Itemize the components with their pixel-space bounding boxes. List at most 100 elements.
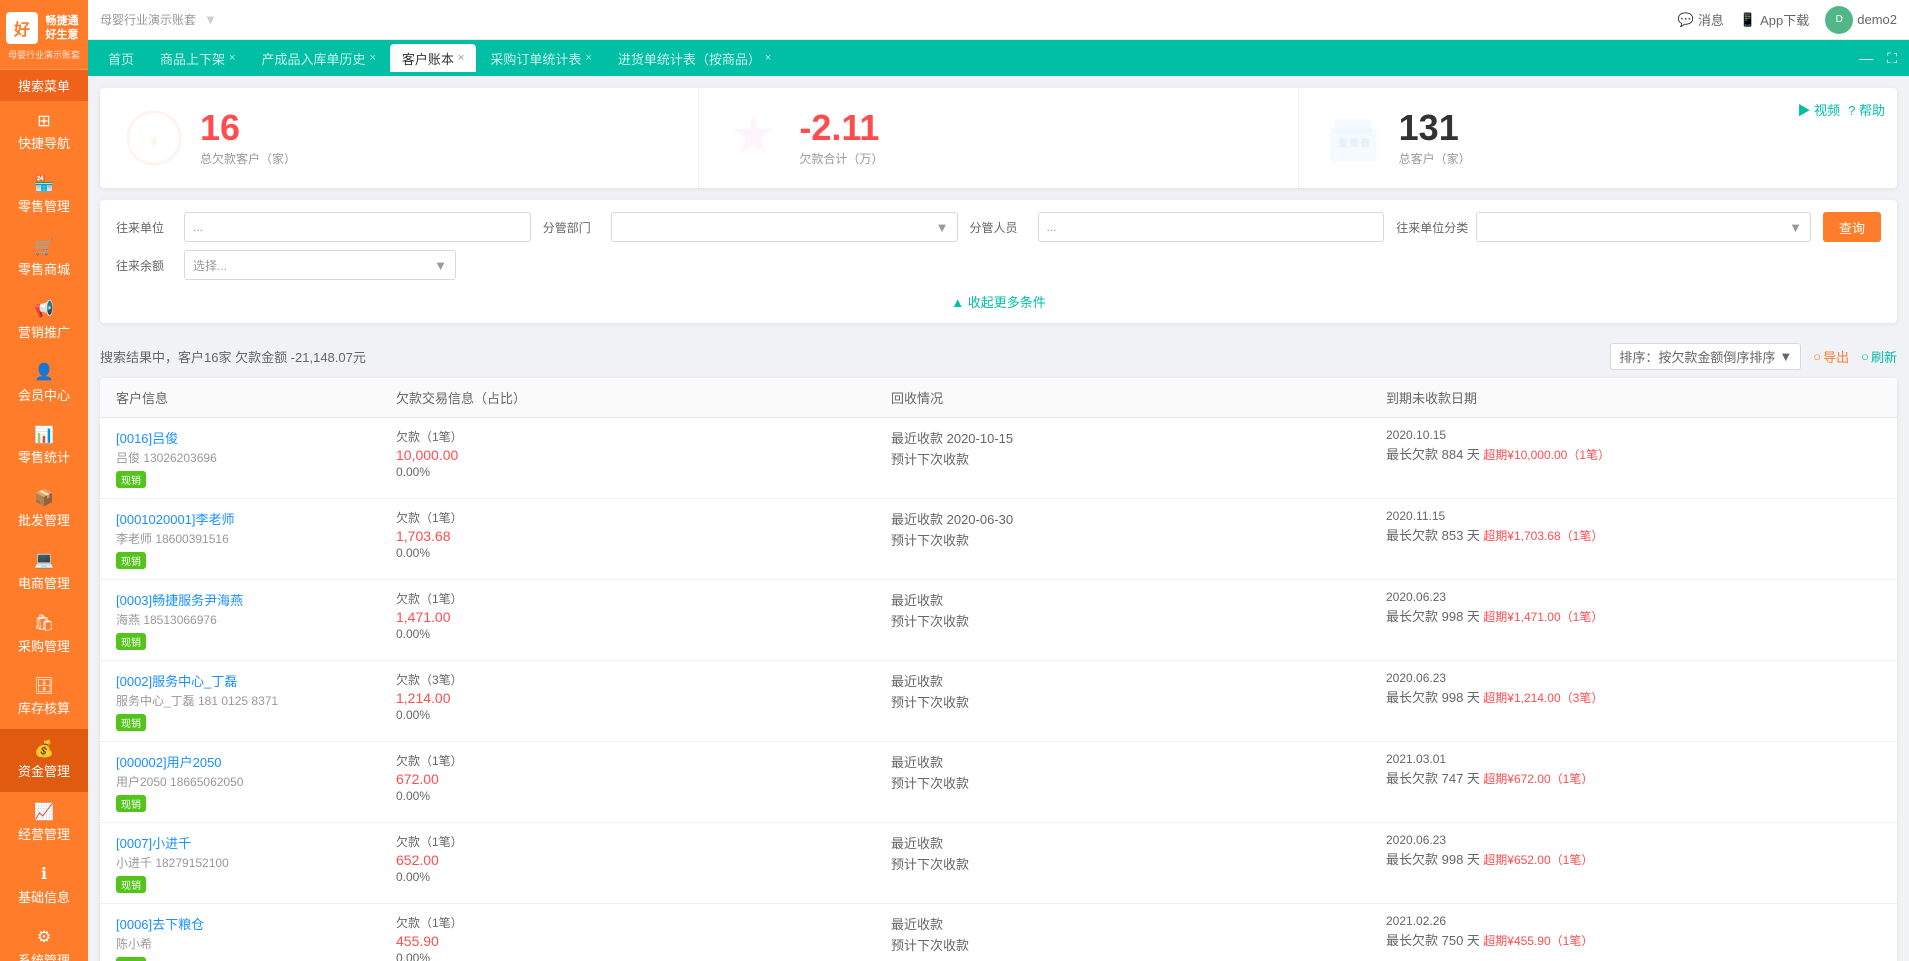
maximize-btn[interactable]: ⛶ — [1883, 48, 1901, 69]
message-btn[interactable]: 💬 消息 — [1678, 10, 1724, 29]
customer-name-5[interactable]: [0007]小进千 — [116, 833, 396, 852]
debt-amount-0[interactable]: 10,000.00 — [396, 447, 891, 463]
stat-card-customers: ¥ 16 总欠款客户（家） — [100, 88, 699, 188]
table-row: [0007]小进千 小进千 18279152100 现销 欠款（1笔） 652.… — [100, 823, 1897, 904]
close-tab-purchase[interactable]: × — [585, 52, 591, 64]
tab-customer-account[interactable]: 客户账本 × — [390, 44, 476, 72]
debt-count-2: 欠款（1笔） — [396, 590, 891, 607]
customer-name-2[interactable]: [0003]畅捷服务尹海燕 — [116, 590, 396, 609]
overdue-days-3: 最长欠款 998 天 超期¥1,214.00（3笔） — [1386, 687, 1881, 706]
customer-tag-3: 现销 — [116, 714, 146, 731]
sidebar-item-jingying[interactable]: 📈 经营管理 — [0, 792, 88, 855]
sidebar-item-lingtongji[interactable]: 📊 零售统计 — [0, 415, 88, 478]
customer-info-4: [000002]用户2050 用户2050 18665062050 现销 — [116, 752, 396, 812]
sidebar-nav: ⊞ 快捷导航 🏪 零售管理 🛒 零售商城 📢 营销推广 👤 会员中心 📊 — [0, 101, 88, 961]
sidebar-item-jichu[interactable]: ℹ 基础信息 — [0, 854, 88, 917]
content-area: ¥ 16 总欠款客户（家） -2 — [88, 76, 1909, 961]
filter-dept-input[interactable]: ▼ — [611, 212, 958, 242]
yingxiao-icon: 📢 — [4, 299, 84, 321]
export-button[interactable]: ○ 导出 — [1813, 347, 1849, 366]
overdue-amount-6[interactable]: 超期¥455.90（1笔） — [1483, 934, 1593, 948]
overdue-amount-1[interactable]: 超期¥1,703.68（1笔） — [1483, 529, 1603, 543]
overdue-amount-0[interactable]: 超期¥10,000.00（1笔） — [1483, 448, 1610, 462]
overdue-amount-2[interactable]: 超期¥1,471.00（1笔） — [1483, 610, 1603, 624]
filter-wanglai-input[interactable]: ... — [184, 212, 531, 242]
sidebar-item-pifa[interactable]: 📦 批发管理 — [0, 478, 88, 541]
close-tab-goods[interactable]: × — [765, 52, 771, 64]
debt-amount-2[interactable]: 1,471.00 — [396, 609, 891, 625]
filter-person-input[interactable]: ... — [1038, 212, 1385, 242]
last-collect-5: 最近收款 — [891, 833, 1386, 852]
overdue-amount-5[interactable]: 超期¥652.00（1笔） — [1483, 853, 1593, 867]
stat-card-total: 131 总客户（家） ▶ 视频 ? 帮助 — [1299, 88, 1897, 188]
stat-amount-number: -2.11 — [799, 110, 1273, 146]
sidebar-item-caigou[interactable]: 🛍 采购管理 — [0, 603, 88, 666]
filter-category-input[interactable]: ▼ — [1476, 212, 1811, 242]
caigou-icon: 🛍 — [4, 613, 84, 635]
minimize-btn[interactable]: — — [1855, 48, 1877, 69]
sidebar-item-zijin[interactable]: 💰 资金管理 — [0, 729, 88, 792]
debt-amount-3[interactable]: 1,214.00 — [396, 690, 891, 706]
sidebar-item-lingshouguan[interactable]: 🏪 零售管理 — [0, 164, 88, 227]
sidebar-item-kucun[interactable]: 🗄 库存核算 — [0, 666, 88, 729]
app-download-btn[interactable]: 📱 App下载 — [1740, 10, 1809, 29]
close-tab-product-shelf[interactable]: × — [229, 52, 235, 64]
category-dropdown-icon: ▼ — [1789, 220, 1802, 235]
sort-select[interactable]: 排序：按欠款金额倒序排序 ▼ — [1610, 343, 1801, 370]
refresh-button[interactable]: ○ 刷新 — [1861, 347, 1897, 366]
sidebar-item-lingshangcheng[interactable]: 🛒 零售商城 — [0, 227, 88, 290]
kucun-icon: 🗄 — [4, 676, 84, 698]
customer-name-4[interactable]: [000002]用户2050 — [116, 752, 396, 771]
customer-tag-2: 现销 — [116, 633, 146, 650]
xitong-icon: ⚙ — [4, 927, 84, 949]
help-btn[interactable]: ? 帮助 — [1848, 100, 1885, 119]
filter-balance-input[interactable]: 选择... ▼ — [184, 250, 456, 280]
kuaijie-icon: ⊞ — [4, 111, 84, 133]
customer-name-0[interactable]: [0016]吕俊 — [116, 428, 396, 447]
svg-text:¥: ¥ — [151, 134, 158, 148]
debt-count-3: 欠款（3笔） — [396, 671, 891, 688]
customer-name-6[interactable]: [0006]去下粮仓 — [116, 914, 396, 933]
results-bar: 搜索结果中，客户16家 欠款金额 -21,148.07元 排序：按欠款金额倒序排… — [100, 335, 1897, 378]
customer-phone-0: 吕俊 13026203696 — [116, 449, 396, 466]
overdue-info-0: 2020.10.15 最长欠款 884 天 超期¥10,000.00（1笔） — [1386, 428, 1881, 463]
overdue-amount-4[interactable]: 超期¥672.00（1笔） — [1483, 772, 1593, 786]
collapse-btn[interactable]: ▲ 收起更多条件 — [116, 288, 1881, 311]
debt-info-2: 欠款（1笔） 1,471.00 0.00% — [396, 590, 891, 641]
sidebar-item-yingxiao[interactable]: 📢 营销推广 — [0, 289, 88, 352]
stat-card-amount: -2.11 欠款合计（万） — [699, 88, 1298, 188]
recovery-info-0: 最近收款 2020-10-15 预计下次收款 — [891, 428, 1386, 468]
debt-count-4: 欠款（1笔） — [396, 752, 891, 769]
debt-percent-5: 0.00% — [396, 870, 891, 884]
overdue-days-2: 最长欠款 998 天 超期¥1,471.00（1笔） — [1386, 606, 1881, 625]
close-tab-production[interactable]: × — [369, 52, 375, 64]
tab-production-history[interactable]: 产成品入库单历史 × — [249, 44, 387, 72]
sidebar-item-kuaijie[interactable]: ⊞ 快捷导航 — [0, 101, 88, 164]
sidebar-item-xitong[interactable]: ⚙ 系统管理 — [0, 917, 88, 961]
overdue-amount-3[interactable]: 超期¥1,214.00（3笔） — [1483, 691, 1603, 705]
pifa-icon: 📦 — [4, 488, 84, 510]
debt-amount-4[interactable]: 672.00 — [396, 771, 891, 787]
customer-name-1[interactable]: [0001020001]李老师 — [116, 509, 396, 528]
tab-purchase-stats[interactable]: 采购订单统计表 × — [478, 44, 603, 72]
customer-name-3[interactable]: [0002]服务中心_丁磊 — [116, 671, 396, 690]
search-menu-btn[interactable]: 搜索菜单 — [0, 70, 88, 101]
user-profile[interactable]: D demo2 — [1825, 6, 1897, 34]
filter-fenguan-person: 分管人员 ... — [970, 212, 1385, 242]
tab-product-shelf[interactable]: 商品上下架 × — [148, 44, 247, 72]
close-tab-customer[interactable]: × — [458, 52, 464, 64]
video-btn[interactable]: ▶ 视频 — [1798, 100, 1841, 119]
overdue-date-0: 2020.10.15 — [1386, 428, 1881, 442]
debt-info-0: 欠款（1笔） 10,000.00 0.00% — [396, 428, 891, 479]
jichu-icon: ℹ — [4, 864, 84, 886]
tab-goods-stats[interactable]: 进货单统计表（按商品） × — [606, 44, 783, 72]
sidebar-item-dianshang[interactable]: 💻 电商管理 — [0, 540, 88, 603]
debt-amount-5[interactable]: 652.00 — [396, 852, 891, 868]
overdue-date-4: 2021.03.01 — [1386, 752, 1881, 766]
debt-amount-1[interactable]: 1,703.68 — [396, 528, 891, 544]
tab-home[interactable]: 首页 — [96, 44, 146, 72]
sidebar-item-huiyuan[interactable]: 👤 会员中心 — [0, 352, 88, 415]
query-button[interactable]: 查询 — [1823, 212, 1881, 242]
jingying-icon: 📈 — [4, 802, 84, 824]
debt-amount-6[interactable]: 455.90 — [396, 933, 891, 949]
